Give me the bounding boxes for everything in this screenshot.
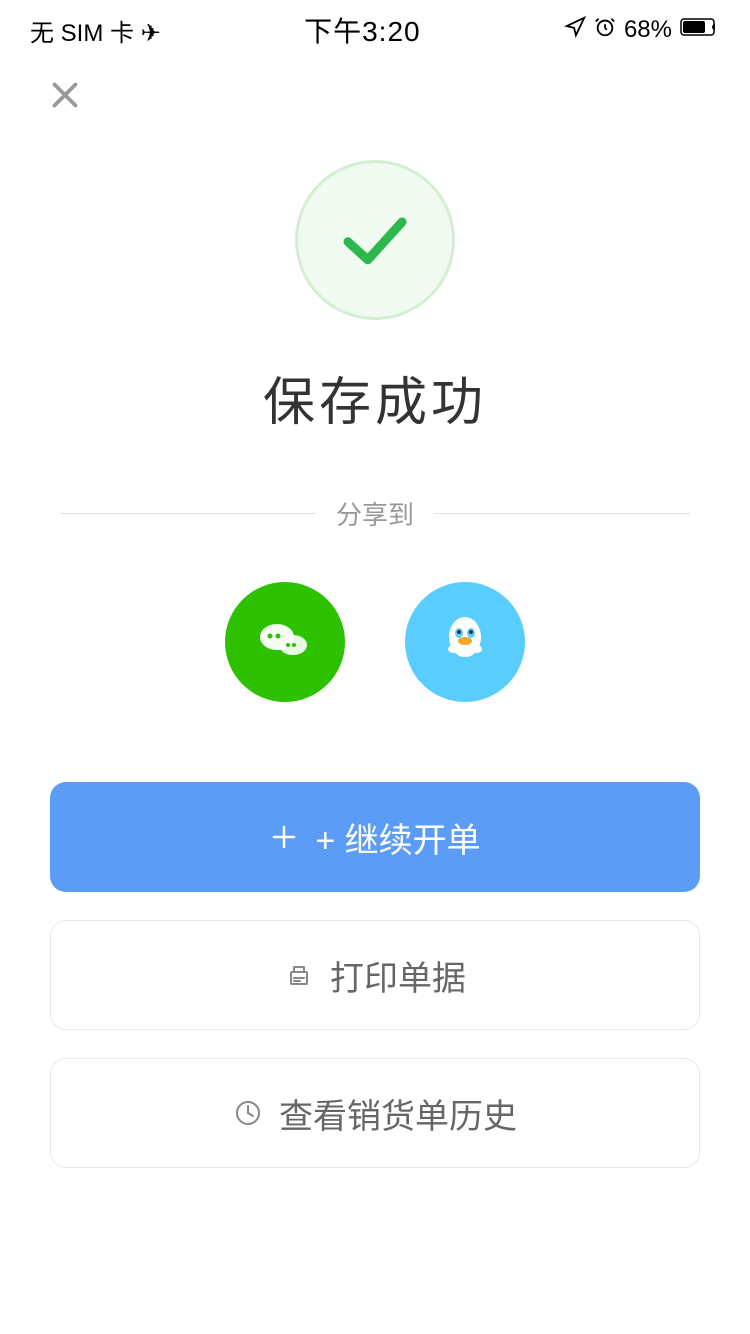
- print-button[interactable]: 打印单据: [50, 920, 700, 1030]
- main-content: 保存成功 分享到: [0, 60, 750, 1168]
- plus-icon: [269, 822, 299, 852]
- close-button[interactable]: [40, 70, 90, 120]
- status-left: 无 SIM 卡 ✈: [30, 13, 161, 48]
- alarm-icon: [594, 16, 616, 45]
- location-icon: [564, 16, 586, 45]
- history-button[interactable]: 查看销货单历史: [50, 1058, 700, 1168]
- status-bar: 无 SIM 卡 ✈ 下午3:20 68%: [0, 0, 750, 60]
- share-label: 分享到: [316, 495, 434, 532]
- share-icons-row: [225, 582, 525, 702]
- divider-line-left: [60, 513, 316, 514]
- share-divider: 分享到: [0, 495, 750, 532]
- continue-button[interactable]: + 继续开单: [50, 782, 700, 892]
- no-sim-text: 无 SIM 卡 ✈: [30, 13, 161, 48]
- share-qq-button[interactable]: [405, 582, 525, 702]
- share-wechat-button[interactable]: [225, 582, 345, 702]
- battery-text: 68%: [624, 16, 672, 44]
- status-time: 下午3:20: [304, 10, 421, 50]
- battery-icon: [680, 16, 720, 45]
- print-icon: [284, 960, 314, 990]
- continue-label: + 继续开单: [315, 813, 480, 862]
- clock-icon: [233, 1098, 263, 1128]
- divider-line-right: [434, 513, 690, 514]
- success-title: 保存成功: [263, 360, 487, 435]
- history-label: 查看销货单历史: [279, 1089, 517, 1138]
- success-icon-circle: [295, 160, 455, 320]
- status-right: 68%: [564, 16, 720, 45]
- action-buttons: + 继续开单 打印单据 查看销货单历史: [0, 782, 750, 1168]
- print-label: 打印单据: [330, 951, 466, 1000]
